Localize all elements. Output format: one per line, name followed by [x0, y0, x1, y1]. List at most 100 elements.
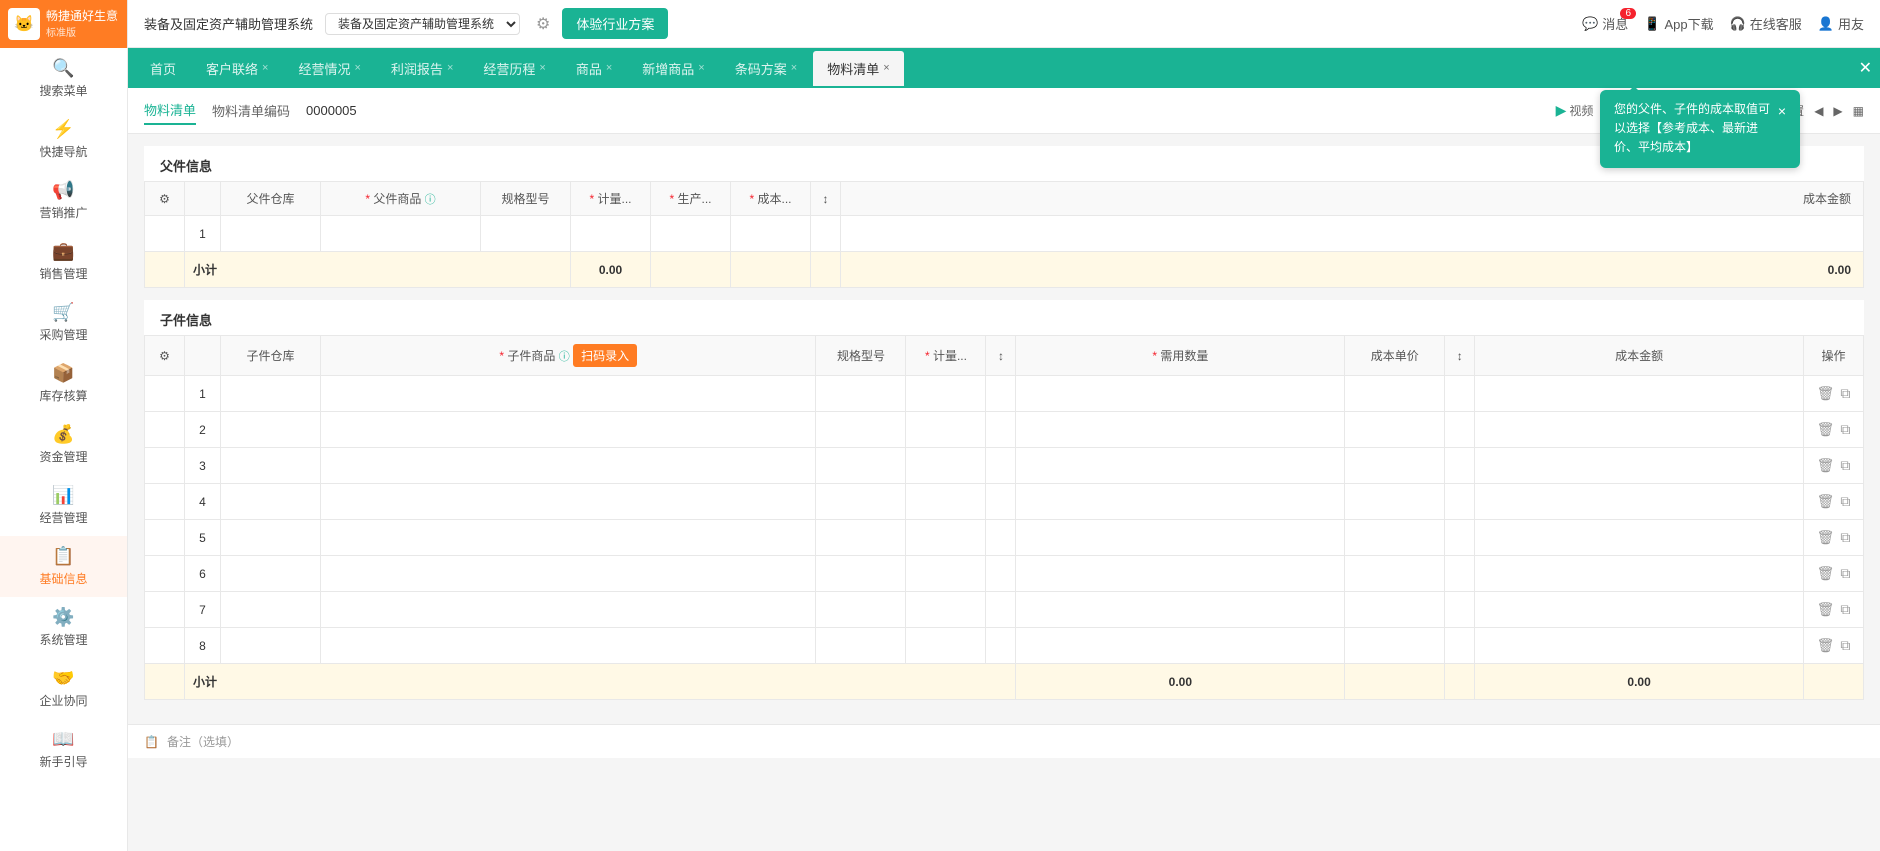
- delete-row-icon[interactable]: 🗑: [1817, 493, 1835, 510]
- child-row1-need-qty[interactable]: [1016, 376, 1345, 412]
- child-row3-spec[interactable]: [816, 448, 906, 484]
- delete-row-icon[interactable]: 🗑: [1817, 457, 1835, 474]
- copy-row-icon[interactable]: ⧉: [1840, 493, 1850, 510]
- child-row7-warehouse[interactable]: [221, 592, 321, 628]
- tab-business-history[interactable]: 经营历程 ×: [469, 51, 559, 86]
- tab-barcode[interactable]: 条码方案 ×: [721, 51, 811, 86]
- copy-row-icon[interactable]: ⧉: [1840, 529, 1850, 546]
- tooltip-close-btn[interactable]: ×: [1778, 100, 1786, 122]
- child-row5-spec[interactable]: [816, 520, 906, 556]
- grid-view-icon[interactable]: ▦: [1853, 104, 1864, 118]
- delete-row-icon[interactable]: 🗑: [1817, 637, 1835, 654]
- copy-row-icon[interactable]: ⧉: [1840, 385, 1850, 402]
- scan-input-btn[interactable]: 扫码录入: [573, 344, 637, 367]
- child-row5-product[interactable]: [321, 520, 816, 556]
- sidebar-item-cooperation[interactable]: 🤝 企业协同: [0, 658, 127, 719]
- close-all-tabs-icon[interactable]: ✕: [1859, 58, 1872, 78]
- settings-icon[interactable]: ⚙: [536, 14, 550, 34]
- child-row1-cost-unit[interactable]: [1345, 376, 1445, 412]
- copy-row-icon[interactable]: ⧉: [1840, 457, 1850, 474]
- child-row6-product[interactable]: [321, 556, 816, 592]
- tab-customer[interactable]: 客户联络 ×: [192, 51, 282, 86]
- parent-row1-product[interactable]: [321, 216, 481, 252]
- delete-row-icon[interactable]: 🗑: [1817, 421, 1835, 438]
- copy-row-icon[interactable]: ⧉: [1840, 421, 1850, 438]
- child-row6-cost-unit[interactable]: [1345, 556, 1445, 592]
- child-row2-need-qty[interactable]: [1016, 412, 1345, 448]
- child-row7-cost-unit[interactable]: [1345, 592, 1445, 628]
- sidebar-item-inventory[interactable]: 📦 库存核算: [0, 353, 127, 414]
- child-row8-qty[interactable]: [906, 628, 986, 664]
- child-row1-spec[interactable]: [816, 376, 906, 412]
- child-row2-qty[interactable]: [906, 412, 986, 448]
- copy-row-icon[interactable]: ⧉: [1840, 637, 1850, 654]
- sidebar-item-marketing[interactable]: 📢 营销推广: [0, 170, 127, 231]
- delete-row-icon[interactable]: 🗑: [1817, 529, 1835, 546]
- child-row4-warehouse[interactable]: [221, 484, 321, 520]
- child-row6-warehouse[interactable]: [221, 556, 321, 592]
- child-row4-cost-unit[interactable]: [1345, 484, 1445, 520]
- tab-goods[interactable]: 商品 ×: [562, 51, 626, 86]
- parent-row1-qty[interactable]: [571, 216, 651, 252]
- child-row6-qty[interactable]: [906, 556, 986, 592]
- child-row4-spec[interactable]: [816, 484, 906, 520]
- sidebar-item-sales[interactable]: 💼 销售管理: [0, 231, 127, 292]
- child-row7-product[interactable]: [321, 592, 816, 628]
- child-row3-product[interactable]: [321, 448, 816, 484]
- sidebar-item-quick-nav[interactable]: ⚡ 快捷导航: [0, 109, 127, 170]
- tab-business-history-close[interactable]: ×: [539, 62, 545, 74]
- user-action[interactable]: 👤 用友: [1818, 14, 1864, 33]
- child-row7-qty[interactable]: [906, 592, 986, 628]
- child-row5-need-qty[interactable]: [1016, 520, 1345, 556]
- experience-button[interactable]: 体验行业方案: [562, 8, 668, 39]
- child-row3-qty[interactable]: [906, 448, 986, 484]
- delete-row-icon[interactable]: 🗑: [1817, 565, 1835, 582]
- child-row5-qty[interactable]: [906, 520, 986, 556]
- parent-col-settings[interactable]: ⚙: [145, 182, 185, 216]
- child-row2-cost-unit[interactable]: [1345, 412, 1445, 448]
- message-action[interactable]: 💬 消息 6: [1582, 14, 1628, 33]
- child-col-settings[interactable]: ⚙: [145, 336, 185, 376]
- child-row8-need-qty[interactable]: [1016, 628, 1345, 664]
- tab-new-goods[interactable]: 新增商品 ×: [628, 51, 718, 86]
- child-row4-qty[interactable]: [906, 484, 986, 520]
- delete-row-icon[interactable]: 🗑: [1817, 601, 1835, 618]
- tab-profit-report[interactable]: 利润报告 ×: [377, 51, 467, 86]
- app-download-action[interactable]: 📱 App下载: [1644, 14, 1713, 33]
- tab-goods-close[interactable]: ×: [606, 62, 612, 74]
- child-row7-need-qty[interactable]: [1016, 592, 1345, 628]
- tab-customer-close[interactable]: ×: [262, 62, 268, 74]
- sidebar-item-system[interactable]: ⚙️ 系统管理: [0, 597, 127, 658]
- child-row4-product[interactable]: [321, 484, 816, 520]
- tab-bom-close[interactable]: ×: [883, 62, 889, 74]
- child-row4-need-qty[interactable]: [1016, 484, 1345, 520]
- tab-business-status[interactable]: 经营情况 ×: [284, 51, 374, 86]
- child-row6-need-qty[interactable]: [1016, 556, 1345, 592]
- sidebar-item-search[interactable]: 🔍 搜索菜单: [0, 48, 127, 109]
- child-row5-cost-unit[interactable]: [1345, 520, 1445, 556]
- parent-row1-prod[interactable]: [651, 216, 731, 252]
- sidebar-item-finance[interactable]: 💰 资金管理: [0, 414, 127, 475]
- parent-row1-warehouse[interactable]: [221, 216, 321, 252]
- copy-row-icon[interactable]: ⧉: [1840, 565, 1850, 582]
- child-row3-warehouse[interactable]: [221, 448, 321, 484]
- tab-business-status-close[interactable]: ×: [354, 62, 360, 74]
- video-btn[interactable]: ▶ 视频: [1556, 102, 1594, 119]
- nav-next-btn[interactable]: ▶: [1833, 104, 1842, 118]
- sidebar-item-purchase[interactable]: 🛒 采购管理: [0, 292, 127, 353]
- tab-barcode-close[interactable]: ×: [791, 62, 797, 74]
- sidebar-item-basic[interactable]: 📋 基础信息: [0, 536, 127, 597]
- child-row8-cost-unit[interactable]: [1345, 628, 1445, 664]
- online-service-action[interactable]: 🎧 在线客服: [1730, 14, 1802, 33]
- sub-tab-bom-code[interactable]: 物料清单编码: [212, 97, 290, 124]
- sub-tab-bom-list[interactable]: 物料清单: [144, 96, 196, 125]
- child-row1-qty[interactable]: [906, 376, 986, 412]
- child-row8-spec[interactable]: [816, 628, 906, 664]
- child-row1-product[interactable]: [321, 376, 816, 412]
- sidebar-item-business[interactable]: 📊 经营管理: [0, 475, 127, 536]
- child-row2-warehouse[interactable]: [221, 412, 321, 448]
- system-selector[interactable]: 装备及固定资产辅助管理系统: [325, 13, 520, 35]
- child-row1-warehouse[interactable]: [221, 376, 321, 412]
- tab-bom[interactable]: 物料清单 ×: [813, 51, 903, 86]
- child-row2-product[interactable]: [321, 412, 816, 448]
